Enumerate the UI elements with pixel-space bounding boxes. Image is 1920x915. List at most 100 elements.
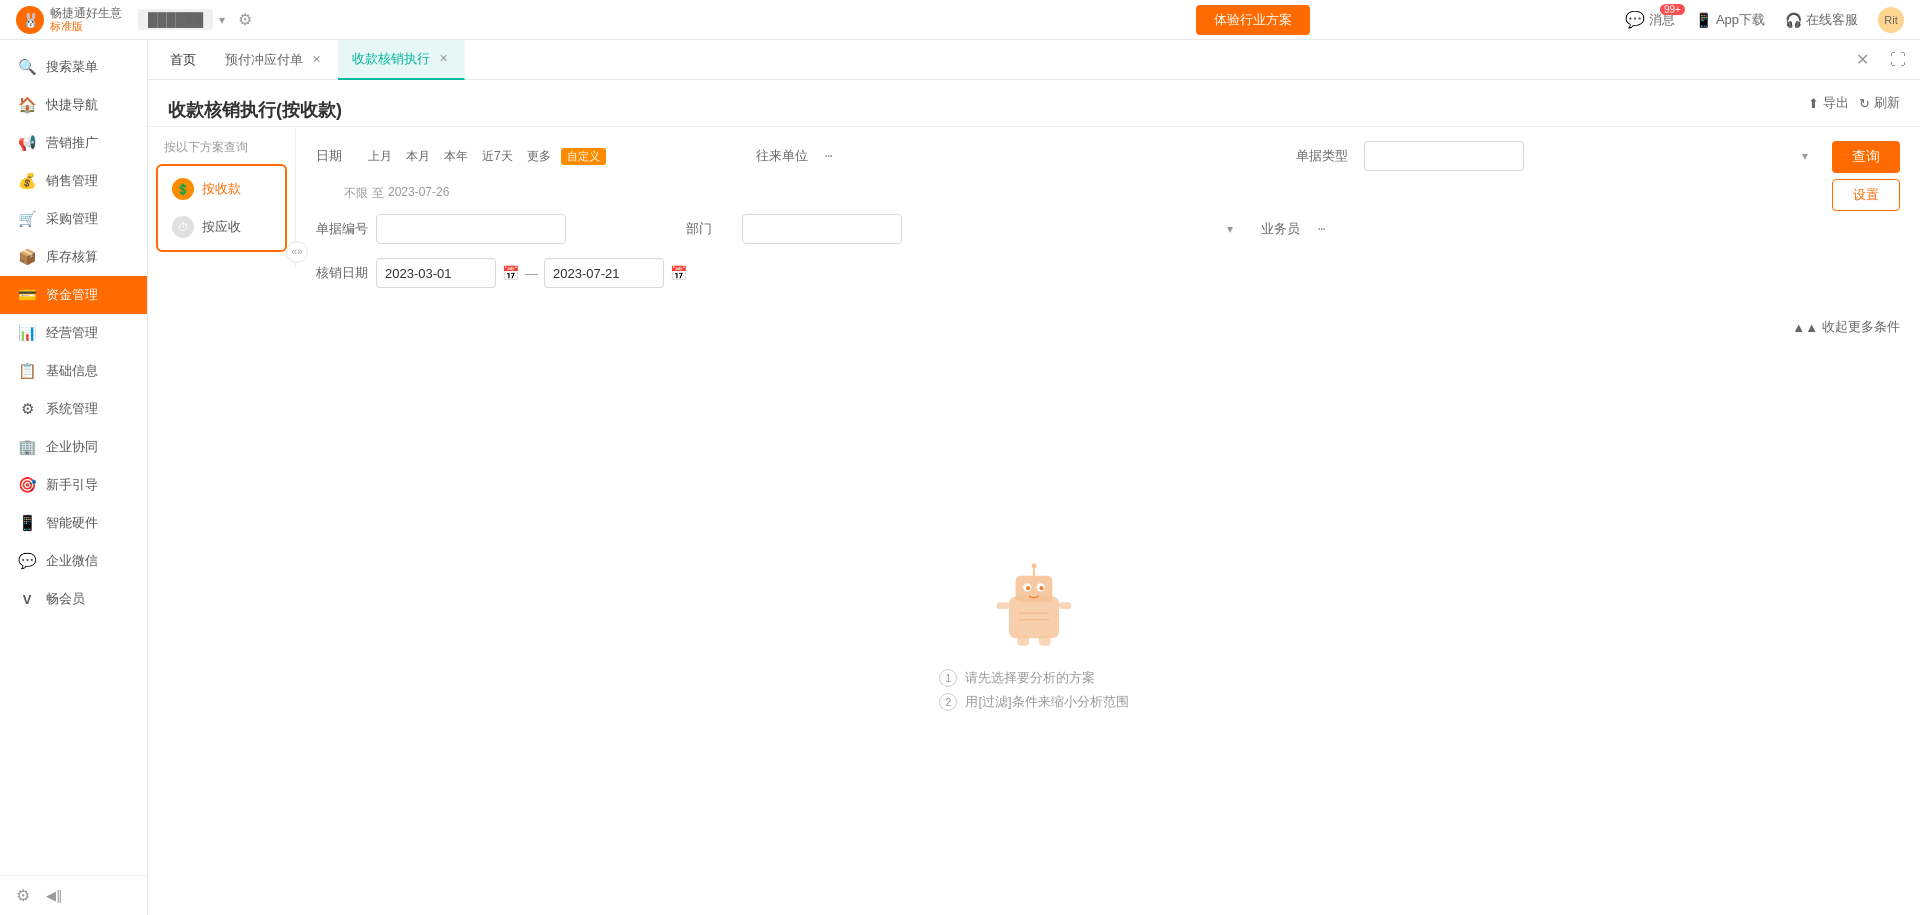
svg-rect-9	[1059, 602, 1072, 609]
sidebar-collapse-icon[interactable]: ◀‖	[46, 888, 63, 903]
svg-rect-10	[1017, 635, 1029, 645]
marketing-icon: 📢	[18, 134, 36, 152]
sidebar-item-search[interactable]: 🔍 搜索菜单	[0, 48, 147, 86]
writeoff-date-end-input[interactable]	[544, 258, 664, 288]
by-receivable-icon: ⏱	[172, 216, 194, 238]
online-service-button[interactable]: 🎧 在线客服	[1785, 11, 1858, 29]
by-receipt-icon: 💲	[172, 178, 194, 200]
doc-number-input[interactable]	[376, 214, 566, 244]
sidebar-item-label: 库存核算	[46, 248, 98, 266]
sales-icon: 💰	[18, 172, 36, 190]
svg-point-7	[1032, 563, 1037, 568]
date-this-year[interactable]: 本年	[440, 146, 472, 167]
date-no-limit: 不限	[344, 185, 368, 202]
tab-prepay-label: 预付冲应付单	[225, 51, 303, 69]
sidebar-item-basic-info[interactable]: 📋 基础信息	[0, 352, 147, 390]
sidebar-item-operations[interactable]: 📊 经营管理	[0, 314, 147, 352]
system-icon: ⚙	[18, 400, 36, 418]
tab-receipt-writeoff[interactable]: 收款核销执行 ✕	[338, 40, 465, 80]
dept-select[interactable]	[742, 214, 902, 244]
date-value: 2023-07-26	[388, 185, 449, 202]
sidebar-item-purchase[interactable]: 🛒 采购管理	[0, 200, 147, 238]
sidebar-item-label: 新手引导	[46, 476, 98, 494]
tab-close-all-button[interactable]: ✕	[1848, 46, 1876, 74]
sidebar-item-finance[interactable]: 💳 资金管理	[0, 276, 147, 314]
filter-fields-area: 日期 上月 本月 本年 近7天 更多 自定义	[316, 141, 1816, 302]
sidebar-item-guide[interactable]: 🎯 新手引导	[0, 466, 147, 504]
quick-nav-icon: 🏠	[18, 96, 36, 114]
sidebar-item-marketing[interactable]: 📢 营销推广	[0, 124, 147, 162]
collapse-more-button[interactable]: ▲▲ 收起更多条件	[316, 314, 1900, 340]
sidebar-item-sales[interactable]: 💰 销售管理	[0, 162, 147, 200]
sidebar-item-system[interactable]: ⚙ 系统管理	[0, 390, 147, 428]
sidebar-item-label: 智能硬件	[46, 514, 98, 532]
doc-type-field: 单据类型	[1296, 141, 1816, 171]
tab-home-label: 首页	[170, 51, 196, 69]
sidebar-item-wechat[interactable]: 💬 企业微信	[0, 542, 147, 580]
basic-info-icon: 📋	[18, 362, 36, 380]
tab-bar: 首页 预付冲应付单 ✕ 收款核销执行 ✕ ✕ ⛶	[148, 40, 1920, 80]
query-button[interactable]: 查询	[1832, 141, 1900, 173]
app-download-button[interactable]: 📱 App下载	[1695, 11, 1765, 29]
date-range-row: 不限 至 2023-07-26	[316, 185, 1816, 202]
writeoff-date-start-input[interactable]	[376, 258, 496, 288]
counterparty-label: 往来单位	[756, 147, 808, 165]
export-button[interactable]: ⬆ 导出	[1808, 94, 1849, 112]
company-name-label: ██████	[138, 9, 213, 30]
date-7days[interactable]: 近7天	[478, 146, 517, 167]
filter-sidebar-title: 按以下方案查询	[156, 139, 287, 164]
settings-gear-icon[interactable]: ⚙	[231, 6, 259, 34]
refresh-icon: ↻	[1859, 96, 1870, 111]
avatar[interactable]: Rit	[1878, 7, 1904, 33]
filter-sidebar: 按以下方案查询 💲 按收款 ⏱ 按应收	[148, 127, 296, 268]
writeoff-date-end-icon[interactable]: 📅	[670, 265, 687, 281]
company-dropdown-icon[interactable]: ▾	[219, 13, 225, 27]
sidebar-item-label: 企业协同	[46, 438, 98, 456]
date-custom-badge[interactable]: 自定义	[561, 148, 606, 165]
svg-point-5	[1039, 586, 1043, 590]
refresh-button[interactable]: ↻ 刷新	[1859, 94, 1900, 112]
message-button[interactable]: 💬 消息 99+	[1625, 10, 1675, 29]
sidebar-item-label: 采购管理	[46, 210, 98, 228]
salesperson-more-icon[interactable]: ···	[1317, 220, 1324, 238]
writeoff-date-start-icon[interactable]: 📅	[502, 265, 519, 281]
search-icon: 🔍	[18, 58, 36, 76]
filter-options-border: 💲 按收款 ⏱ 按应收	[156, 164, 287, 252]
doc-type-select-wrap[interactable]	[1364, 141, 1816, 171]
dept-select-wrap[interactable]	[742, 214, 1241, 244]
date-more[interactable]: 更多	[523, 146, 555, 167]
doc-type-select[interactable]	[1364, 141, 1524, 171]
tab-prepay-close-icon[interactable]: ✕	[309, 53, 323, 67]
page-header: 收款核销执行(按收款) ⬆ 导出 ↻ 刷新	[148, 80, 1920, 127]
collapse-up-icon: ▲▲	[1792, 320, 1818, 335]
sidebar-item-quick-nav[interactable]: 🏠 快捷导航	[0, 86, 147, 124]
date-last-month[interactable]: 上月	[364, 146, 396, 167]
tab-receipt-writeoff-close-icon[interactable]: ✕	[436, 52, 450, 66]
industry-solution-button[interactable]: 体验行业方案	[1196, 5, 1310, 35]
sidebar-item-inventory[interactable]: 📦 库存核算	[0, 238, 147, 276]
sidebar-item-hardware[interactable]: 📱 智能硬件	[0, 504, 147, 542]
empty-tip-1-text: 请先选择要分析的方案	[965, 669, 1095, 687]
filter-row-date: 日期 上月 本月 本年 近7天 更多 自定义	[316, 141, 1816, 171]
tab-home[interactable]: 首页	[156, 40, 211, 80]
tab-expand-button[interactable]: ⛶	[1884, 46, 1912, 74]
by-receivable-label: 按应收	[202, 218, 241, 236]
sidebar-item-enterprise[interactable]: 🏢 企业协同	[0, 428, 147, 466]
filter-option-by-receipt[interactable]: 💲 按收款	[162, 170, 281, 208]
empty-tip-2: 2 用[过滤]条件来缩小分析范围	[939, 693, 1128, 711]
company-selector[interactable]: ██████ ▾ ⚙	[138, 6, 881, 34]
settings-button[interactable]: 设置	[1832, 179, 1900, 211]
filter-option-by-receivable[interactable]: ⏱ 按应收	[162, 208, 281, 246]
sidebar-settings-icon[interactable]: ⚙	[16, 886, 30, 905]
logo-area: 🐰 畅捷通好生意 标准版	[16, 6, 122, 34]
export-icon: ⬆	[1808, 96, 1819, 111]
date-this-month[interactable]: 本月	[402, 146, 434, 167]
doc-type-label: 单据类型	[1296, 147, 1348, 165]
counterparty-field: 往来单位 ···	[756, 147, 1276, 165]
inventory-icon: 📦	[18, 248, 36, 266]
counterparty-more-icon[interactable]: ···	[824, 147, 831, 165]
page-title: 收款核销执行(按收款)	[168, 98, 342, 122]
tab-prepay[interactable]: 预付冲应付单 ✕	[211, 40, 338, 80]
sidebar-item-member[interactable]: V 畅会员	[0, 580, 147, 618]
filter-row-1: 日期 上月 本月 本年 近7天 更多 自定义	[316, 141, 1900, 302]
